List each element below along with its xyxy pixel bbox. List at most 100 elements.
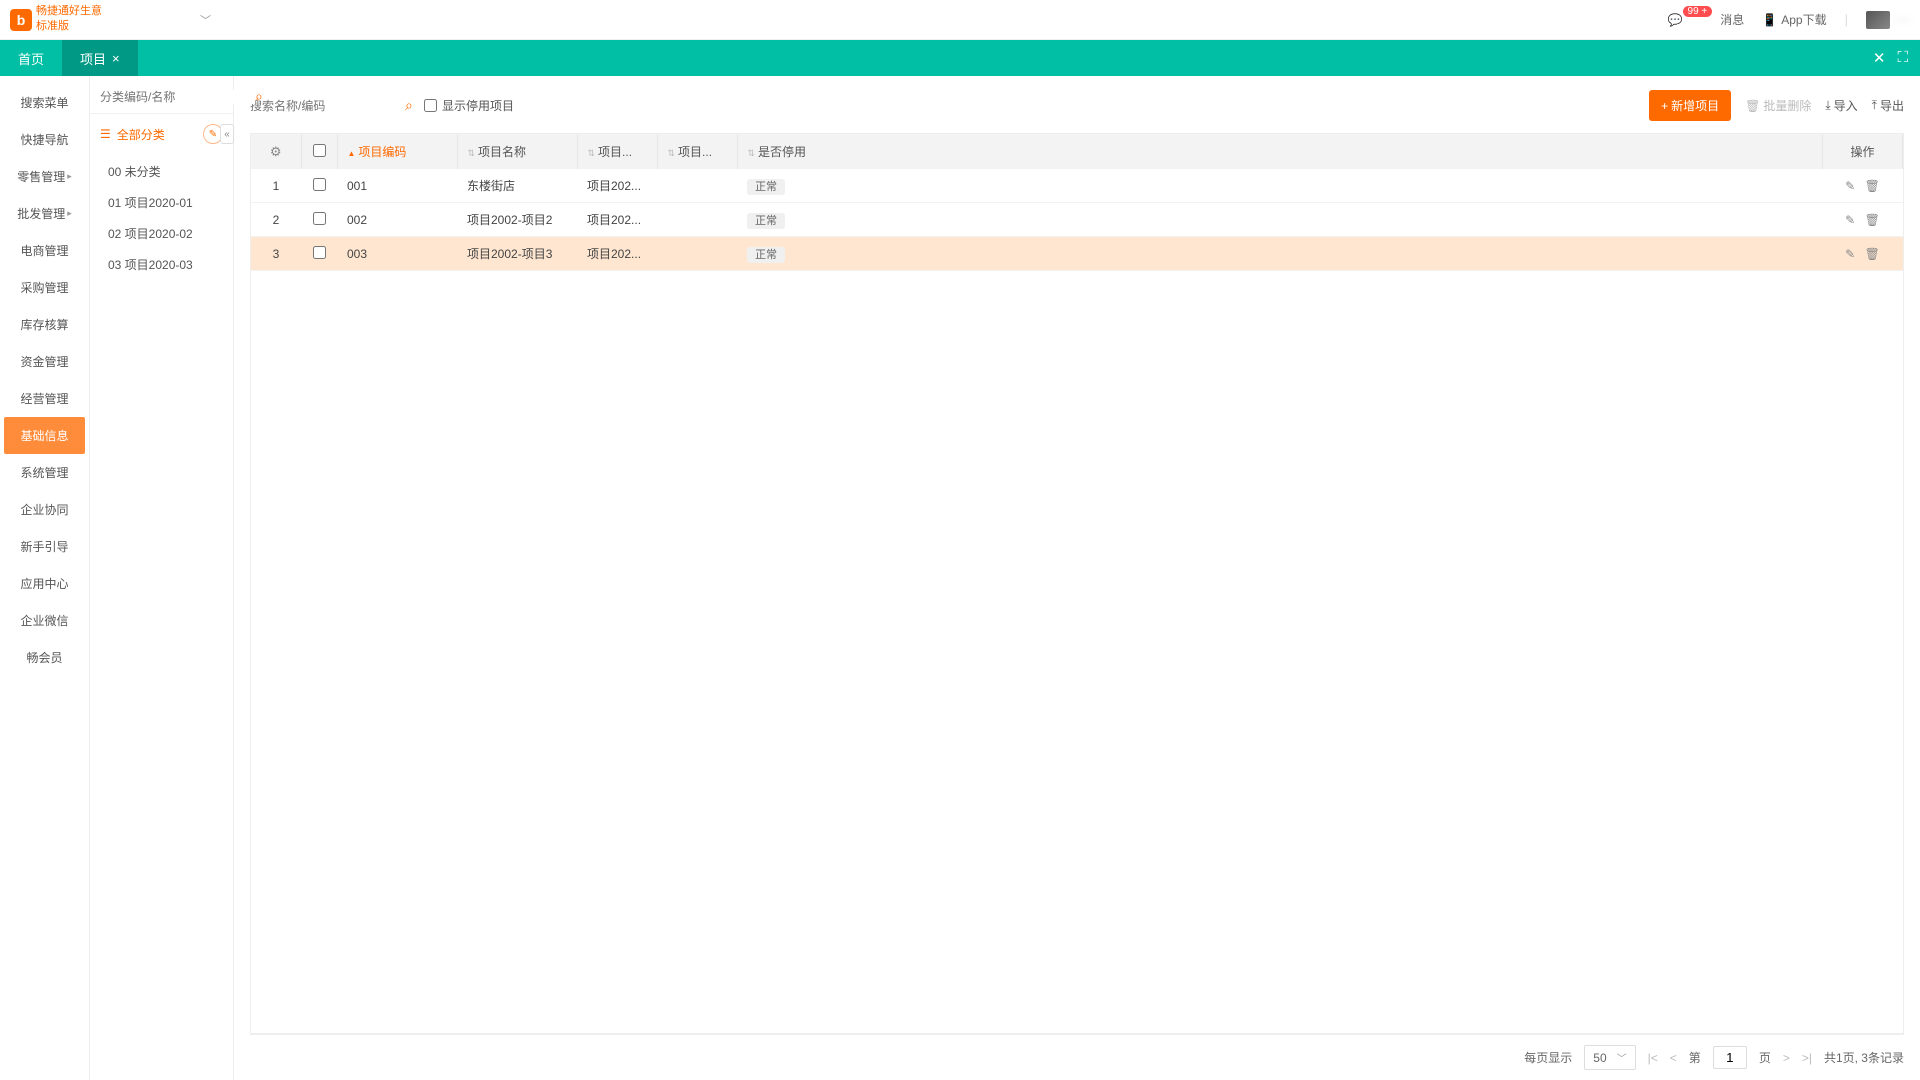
tab-bar: 首页 项目 × ✕ ⛶ <box>0 40 1920 76</box>
caret-right-icon: ▸ <box>67 171 72 182</box>
logo-subtitle: 标准版 <box>36 17 102 33</box>
first-page-button[interactable]: |< <box>1648 1051 1658 1065</box>
edit-icon[interactable]: ✎ <box>1845 247 1855 261</box>
user-menu[interactable] <box>1866 11 1910 29</box>
tabs: 首页 项目 × <box>0 40 138 76</box>
table-body: 1 001 东楼街店 项目202... 正常 ✎ 🗑 2 002 项目2002-… <box>251 169 1903 271</box>
page-input[interactable] <box>1713 1046 1747 1069</box>
download-label: App下载 <box>1781 11 1826 28</box>
tab-home[interactable]: 首页 <box>0 40 62 76</box>
delete-icon[interactable]: 🗑 <box>1865 179 1880 193</box>
sidebar-item[interactable]: 新手引导 <box>0 528 89 565</box>
sidebar-item[interactable]: 快捷导航 <box>0 121 89 158</box>
table-row[interactable]: 1 001 东楼街店 项目202... 正常 ✎ 🗑 <box>251 169 1903 203</box>
delete-icon[interactable]: 🗑 <box>1865 213 1880 227</box>
category-list: 00 未分类01 项目2020-0102 项目2020-0203 项目2020-… <box>90 154 233 282</box>
main-layout: 搜索菜单快捷导航零售管理▸批发管理▸电商管理采购管理库存核算资金管理经营管理基础… <box>0 76 1920 1080</box>
tab-controls: ✕ ⛶ <box>1873 49 1920 67</box>
sidebar-item[interactable]: 库存核算 <box>0 306 89 343</box>
sidebar-item[interactable]: 企业微信 <box>0 602 89 639</box>
per-page-label: 每页显示 <box>1524 1049 1572 1066</box>
row-checkbox[interactable] <box>313 212 326 225</box>
messages-link[interactable]: 💬 99 + 消息 <box>1668 11 1745 28</box>
column-code[interactable]: 项目编码 <box>337 134 457 169</box>
category-panel: ⌕ ☰ 全部分类 ✎ « 00 未分类01 项目2020-0102 项目2020… <box>90 76 234 1080</box>
row-checkbox[interactable] <box>313 178 326 191</box>
list-icon: ☰ <box>100 127 111 141</box>
sidebar-item[interactable]: 电商管理 <box>0 232 89 269</box>
company-selector[interactable]: ﹀ <box>140 12 211 28</box>
show-disabled-checkbox[interactable]: 显示停用项目 <box>424 97 514 114</box>
column-checkbox <box>301 134 337 169</box>
sidebar-item[interactable]: 批发管理▸ <box>0 195 89 232</box>
column-settings[interactable]: ⚙ <box>251 134 301 169</box>
toolbar: ⌕ 显示停用项目 + 新增项目 🗑 批量删除 ⤓ 导入 ⤒ 导出 <box>250 84 1904 133</box>
next-page-button[interactable]: > <box>1783 1051 1790 1065</box>
sidebar-item[interactable]: 系统管理 <box>0 454 89 491</box>
last-page-button[interactable]: >| <box>1802 1051 1812 1065</box>
search-icon[interactable]: ⌕ <box>255 88 263 105</box>
close-icon[interactable]: × <box>112 51 120 66</box>
category-search: ⌕ <box>90 84 233 109</box>
select-all-checkbox[interactable] <box>313 144 326 157</box>
import-icon: ⤓ <box>1825 98 1830 113</box>
sidebar-item[interactable]: 基础信息 <box>4 417 85 454</box>
category-all[interactable]: ☰ 全部分类 ✎ <box>90 113 233 154</box>
export-button[interactable]: ⤒ 导出 <box>1872 97 1904 114</box>
logo-text: 畅捷通好生意 <box>36 6 102 17</box>
plus-icon: + <box>1661 99 1668 113</box>
checkbox-input[interactable] <box>424 99 437 112</box>
project-table: ⚙ 项目编码 项目名称 项目... 项目... 是否停用 操作 1 001 东楼… <box>251 134 1903 271</box>
edit-icon[interactable]: ✎ <box>1845 213 1855 227</box>
delete-icon[interactable]: 🗑 <box>1865 247 1880 261</box>
category-item[interactable]: 00 未分类 <box>90 156 233 187</box>
top-right: 💬 99 + 消息 📱 App下载 | <box>1668 11 1910 29</box>
category-item[interactable]: 03 项目2020-03 <box>90 249 233 280</box>
table-row[interactable]: 3 003 项目2002-项目3 项目202... 正常 ✎ 🗑 <box>251 237 1903 271</box>
gear-icon[interactable]: ⚙ <box>270 144 282 159</box>
close-all-icon[interactable]: ✕ <box>1873 49 1886 67</box>
prev-page-button[interactable]: < <box>1670 1051 1677 1065</box>
column-disabled[interactable]: 是否停用 <box>737 134 1823 169</box>
sidebar-item[interactable]: 企业协同 <box>0 491 89 528</box>
status-badge: 正常 <box>747 213 785 229</box>
status-badge: 正常 <box>747 179 785 195</box>
top-header: b 畅捷通好生意 标准版 ﹀ 💬 99 + 消息 📱 App下载 | <box>0 0 1920 40</box>
category-search-input[interactable] <box>100 90 255 104</box>
row-checkbox[interactable] <box>313 246 326 259</box>
content: ⌕ 显示停用项目 + 新增项目 🗑 批量删除 ⤓ 导入 ⤒ 导出 <box>234 76 1920 1080</box>
column-col4[interactable]: 项目... <box>657 134 737 169</box>
sidebar-item[interactable]: 搜索菜单 <box>0 84 89 121</box>
chevron-down-icon: ﹀ <box>200 12 211 28</box>
edit-icon[interactable]: ✎ <box>1845 179 1855 193</box>
table-container: ⚙ 项目编码 项目名称 项目... 项目... 是否停用 操作 1 001 东楼… <box>250 133 1904 1034</box>
download-link[interactable]: 📱 App下载 <box>1762 11 1826 28</box>
tab-project[interactable]: 项目 × <box>62 40 138 76</box>
collapse-panel-icon[interactable]: « <box>220 124 234 144</box>
logo[interactable]: b 畅捷通好生意 标准版 <box>10 6 102 33</box>
fullscreen-icon[interactable]: ⛶ <box>1897 49 1908 67</box>
sidebar-item[interactable]: 畅会员 <box>0 639 89 676</box>
sidebar-item[interactable]: 零售管理▸ <box>0 158 89 195</box>
per-page-select[interactable]: 50 ﹀ <box>1584 1045 1635 1070</box>
caret-right-icon: ▸ <box>67 208 72 219</box>
sidebar-item[interactable]: 采购管理 <box>0 269 89 306</box>
search-icon[interactable]: ⌕ <box>405 97 413 114</box>
search-input[interactable] <box>250 99 405 113</box>
phone-icon: 📱 <box>1762 13 1777 27</box>
logo-icon: b <box>10 9 32 31</box>
message-badge: 99 + <box>1683 6 1713 17</box>
import-button[interactable]: ⤓ 导入 <box>1825 97 1857 114</box>
category-item[interactable]: 01 项目2020-01 <box>90 187 233 218</box>
sidebar-item[interactable]: 资金管理 <box>0 343 89 380</box>
page-prefix: 第 <box>1689 1049 1701 1066</box>
sidebar-item[interactable]: 经营管理 <box>0 380 89 417</box>
sidebar: 搜索菜单快捷导航零售管理▸批发管理▸电商管理采购管理库存核算资金管理经营管理基础… <box>0 76 90 1080</box>
table-row[interactable]: 2 002 项目2002-项目2 项目202... 正常 ✎ 🗑 <box>251 203 1903 237</box>
category-item[interactable]: 02 项目2020-02 <box>90 218 233 249</box>
add-project-button[interactable]: + 新增项目 <box>1649 90 1731 121</box>
sidebar-item[interactable]: 应用中心 <box>0 565 89 602</box>
column-col3[interactable]: 项目... <box>577 134 657 169</box>
avatar <box>1866 11 1890 29</box>
column-name[interactable]: 项目名称 <box>457 134 577 169</box>
